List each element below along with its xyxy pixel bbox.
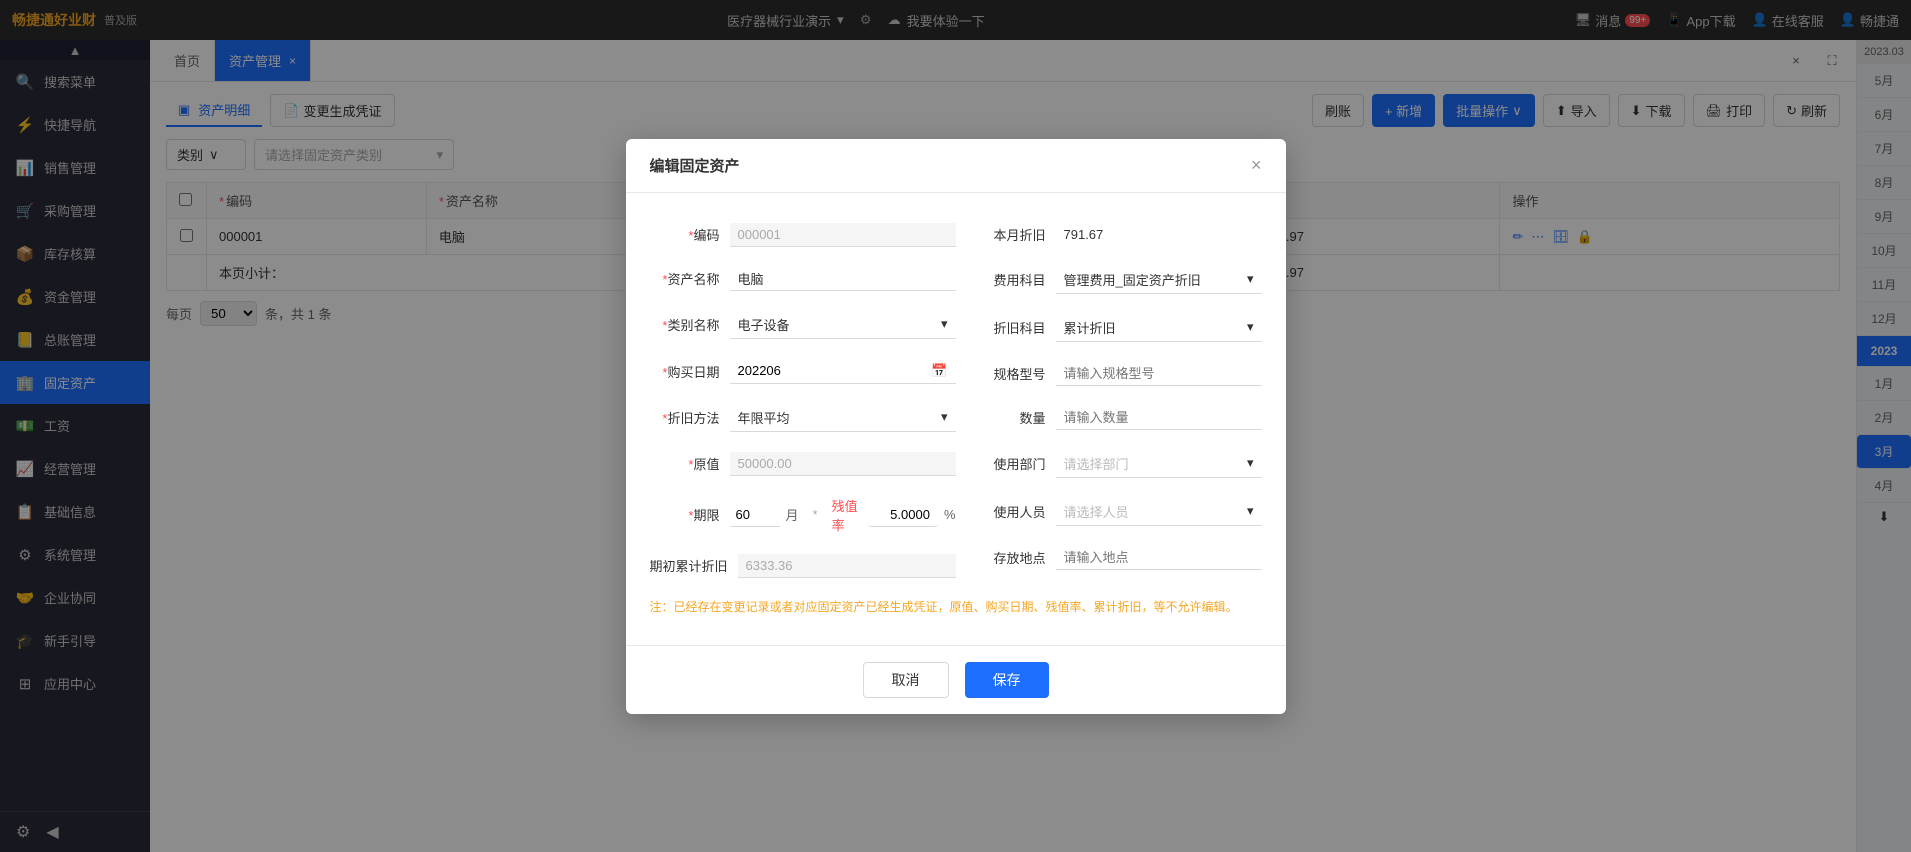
- dept-label: 使用部门: [976, 454, 1056, 473]
- quantity-input[interactable]: [1056, 406, 1262, 430]
- code-input[interactable]: [730, 223, 956, 247]
- form-row-location: 存放地点: [976, 536, 1262, 580]
- chevron-icon: ▾: [1247, 319, 1254, 335]
- modal-body: *编码 *资产名称 *类别名称: [626, 193, 1286, 645]
- modal-footer: 取消 保存: [626, 645, 1286, 714]
- code-label: *编码: [650, 225, 730, 244]
- purchase-date-input[interactable]: [738, 363, 932, 378]
- period-field: 月 * 残值率 %: [730, 496, 956, 534]
- form-row-category: *类别名称 电子设备 ▾: [650, 301, 956, 349]
- spec-input[interactable]: [1056, 362, 1262, 386]
- original-value-input[interactable]: [730, 452, 956, 476]
- period-unit: 月: [786, 505, 799, 524]
- asset-name-label: *资产名称: [650, 269, 730, 288]
- save-button[interactable]: 保存: [965, 662, 1049, 698]
- location-input[interactable]: [1056, 546, 1262, 570]
- depr-subject-select[interactable]: 累计折旧 ▾: [1056, 314, 1262, 342]
- user-label: 使用人员: [976, 502, 1056, 521]
- accum-depr-label: 期初累计折旧: [650, 556, 738, 575]
- form-row-depr-subject: 折旧科目 累计折旧 ▾: [976, 304, 1262, 352]
- edit-asset-modal: 编辑固定资产 × *编码 *资产名称: [626, 139, 1286, 714]
- form-grid: *编码 *资产名称 *类别名称: [650, 213, 1262, 588]
- category-select[interactable]: 电子设备 ▾: [730, 311, 956, 339]
- chevron-icon: ▾: [941, 409, 948, 425]
- depr-subject-label: 折旧科目: [976, 318, 1056, 337]
- asset-name-input[interactable]: [730, 267, 956, 291]
- modal-notice: 注：已经存在变更记录或者对应固定资产已经生成凭证，原值、购买日期、残值率、累计折…: [650, 598, 1262, 615]
- depr-method-select[interactable]: 年限平均 ▾: [730, 404, 956, 432]
- form-row-original-value: *原值: [650, 442, 956, 486]
- form-right-col: 本月折旧 791.67 费用科目 管理费用_固定资产折旧 ▾ 折旧科目: [956, 213, 1262, 588]
- cancel-button[interactable]: 取消: [863, 662, 949, 698]
- form-left-col: *编码 *资产名称 *类别名称: [650, 213, 956, 588]
- spec-label: 规格型号: [976, 364, 1056, 383]
- period-label: *期限: [650, 505, 730, 524]
- residual-rate-label: 残值率: [832, 496, 858, 534]
- form-row-user: 使用人员 请选择人员 ▾: [976, 488, 1262, 536]
- location-label: 存放地点: [976, 548, 1056, 567]
- residual-rate-unit: %: [944, 507, 956, 522]
- calendar-icon[interactable]: 📅: [931, 363, 947, 379]
- dept-select[interactable]: 请选择部门 ▾: [1056, 450, 1262, 478]
- form-row-monthly-depr: 本月折旧 791.67: [976, 213, 1262, 256]
- modal-header: 编辑固定资产 ×: [626, 139, 1286, 193]
- purchase-date-picker[interactable]: 📅: [730, 359, 956, 384]
- expense-subject-select[interactable]: 管理费用_固定资产折旧 ▾: [1056, 266, 1262, 294]
- form-row-purchase-date: *购买日期 📅: [650, 349, 956, 394]
- quantity-label: 数量: [976, 408, 1056, 427]
- category-label: *类别名称: [650, 315, 730, 334]
- user-select[interactable]: 请选择人员 ▾: [1056, 498, 1262, 526]
- modal-close-button[interactable]: ×: [1251, 155, 1262, 176]
- chevron-icon: ▾: [941, 316, 948, 332]
- monthly-depr-value: 791.67: [1056, 223, 1112, 246]
- form-row-period: *期限 月 * 残值率 %: [650, 486, 956, 544]
- form-row-spec: 规格型号: [976, 352, 1262, 396]
- monthly-depr-label: 本月折旧: [976, 225, 1056, 244]
- modal-overlay[interactable]: 编辑固定资产 × *编码 *资产名称: [0, 0, 1911, 852]
- form-row-expense-subject: 费用科目 管理费用_固定资产折旧 ▾: [976, 256, 1262, 304]
- form-row-dept: 使用部门 请选择部门 ▾: [976, 440, 1262, 488]
- purchase-date-label: *购买日期: [650, 362, 730, 381]
- chevron-icon: ▾: [1247, 455, 1254, 471]
- form-row-depr-method: *折旧方法 年限平均 ▾: [650, 394, 956, 442]
- modal-title: 编辑固定资产: [650, 155, 740, 176]
- depr-method-label: *折旧方法: [650, 408, 730, 427]
- period-input[interactable]: [730, 503, 780, 527]
- form-row-code: *编码: [650, 213, 956, 257]
- form-row-quantity: 数量: [976, 396, 1262, 440]
- residual-rate-input[interactable]: [868, 503, 938, 527]
- chevron-icon: ▾: [1247, 503, 1254, 519]
- form-row-name: *资产名称: [650, 257, 956, 301]
- chevron-icon: ▾: [1247, 271, 1254, 287]
- form-row-accum-depr: 期初累计折旧: [650, 544, 956, 588]
- original-value-label: *原值: [650, 454, 730, 473]
- expense-subject-label: 费用科目: [976, 270, 1056, 289]
- accum-depr-input[interactable]: [738, 554, 956, 578]
